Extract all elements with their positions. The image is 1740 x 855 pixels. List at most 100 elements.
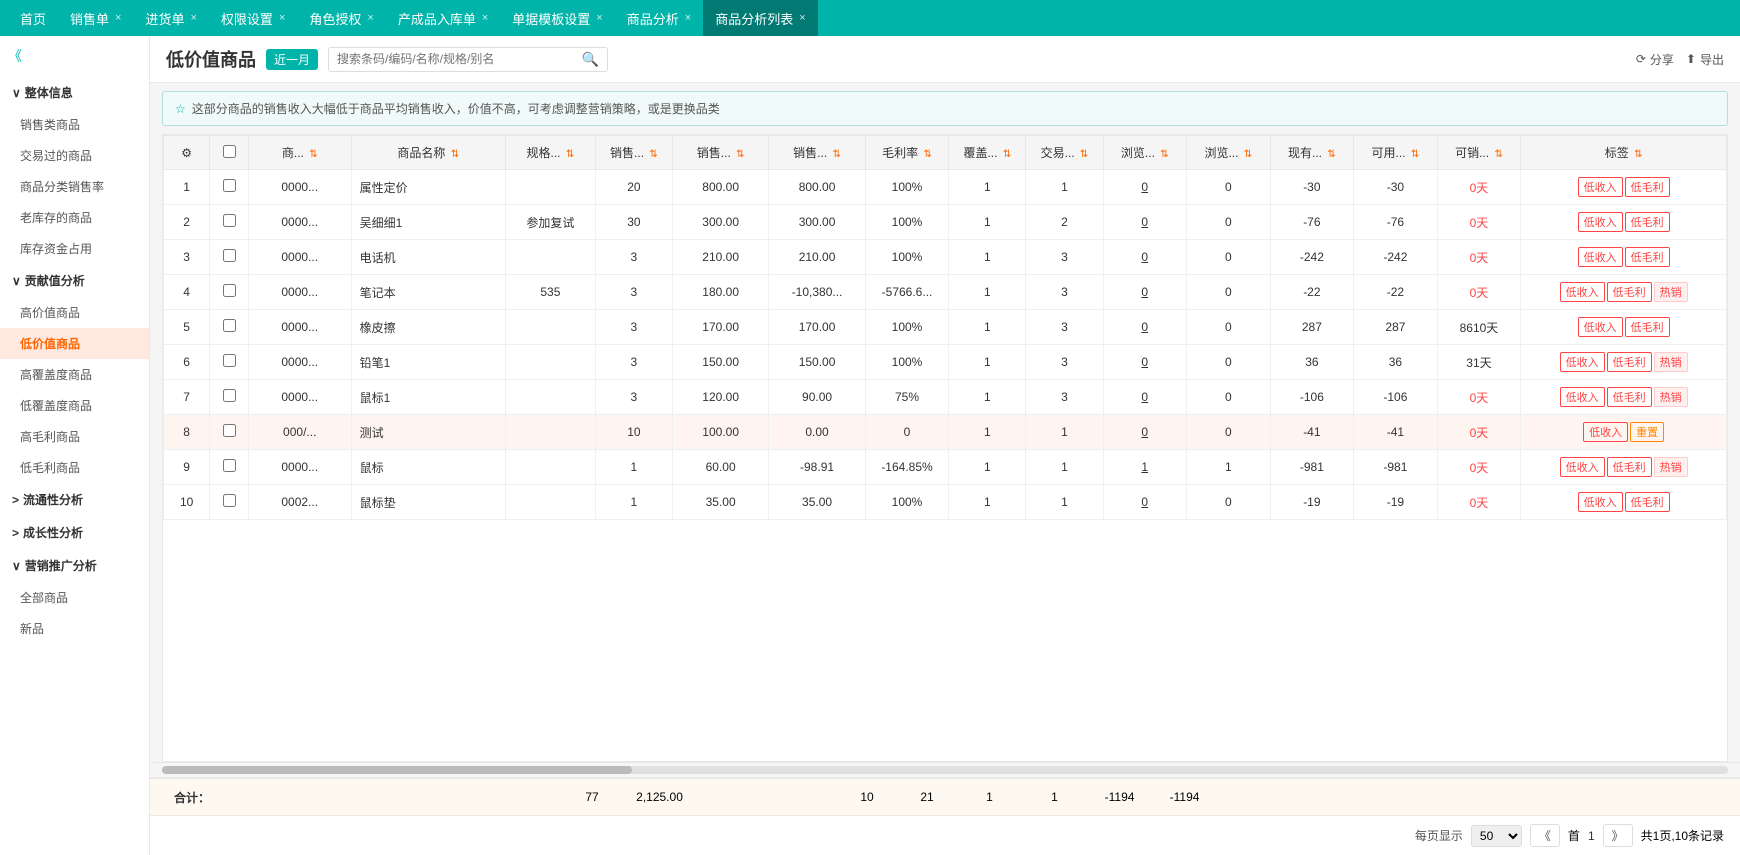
row-checkbox-7[interactable]	[223, 424, 236, 437]
nav-product-warehouse[interactable]: 产成品入库单 ×	[386, 0, 500, 36]
row-checkbox-4[interactable]	[223, 319, 236, 332]
nav-analysis[interactable]: 商品分析 ×	[615, 0, 703, 36]
page-size-select[interactable]: 50 100 200	[1471, 825, 1522, 847]
col-header-check[interactable]	[210, 136, 249, 170]
row-check[interactable]	[210, 345, 249, 380]
row-view1[interactable]: 0	[1103, 170, 1187, 205]
col-header-trade[interactable]: 交易... ⇅	[1026, 136, 1103, 170]
share-button[interactable]: ⟳ 分享	[1636, 51, 1674, 68]
row-view1[interactable]: 0	[1103, 240, 1187, 275]
row-view1[interactable]: 0	[1103, 345, 1187, 380]
row-view1[interactable]: 0	[1103, 415, 1187, 450]
col-header-view2[interactable]: 浏览... ⇅	[1187, 136, 1271, 170]
row-check[interactable]	[210, 275, 249, 310]
row-check[interactable]	[210, 485, 249, 520]
row-view1[interactable]: 0	[1103, 380, 1187, 415]
col-header-sell[interactable]: 可销... ⇅	[1437, 136, 1521, 170]
view1-link[interactable]: 0	[1141, 215, 1148, 229]
nav-permission[interactable]: 权限设置 ×	[209, 0, 297, 36]
col-header-view1[interactable]: 浏览... ⇅	[1103, 136, 1187, 170]
col-header-sal2[interactable]: 销售... ⇅	[672, 136, 768, 170]
nav-role-close[interactable]: ×	[367, 12, 373, 24]
row-check[interactable]	[210, 240, 249, 275]
nav-analysis-list[interactable]: 商品分析列表 ×	[703, 0, 817, 36]
view1-link[interactable]: 0	[1141, 355, 1148, 369]
row-checkbox-8[interactable]	[223, 459, 236, 472]
col-header-spec[interactable]: 规格... ⇅	[505, 136, 595, 170]
sidebar-item-category-sales[interactable]: 商品分类销售率	[0, 171, 149, 202]
col-header-cover[interactable]: 覆盖... ⇅	[949, 136, 1026, 170]
select-all-checkbox[interactable]	[223, 145, 236, 158]
export-button[interactable]: ⬆ 导出	[1686, 51, 1724, 68]
search-input[interactable]	[337, 52, 582, 66]
sidebar-group-contribution[interactable]: ∨ 贡献值分析	[0, 264, 149, 297]
sidebar-group-circulation[interactable]: > 流通性分析	[0, 483, 149, 516]
col-header-code[interactable]: 商... ⇅	[248, 136, 351, 170]
row-checkbox-2[interactable]	[223, 249, 236, 262]
col-header-margin[interactable]: 毛利率 ⇅	[865, 136, 949, 170]
nav-product-warehouse-close[interactable]: ×	[482, 12, 488, 24]
col-header-sal1[interactable]: 销售... ⇅	[595, 136, 672, 170]
sidebar-group-marketing[interactable]: ∨ 营销推广分析	[0, 549, 149, 582]
sidebar-item-low-margin[interactable]: 低毛利商品	[0, 452, 149, 483]
nav-sales[interactable]: 销售单 ×	[58, 0, 133, 36]
view1-link[interactable]: 0	[1141, 180, 1148, 194]
view1-link[interactable]: 0	[1141, 425, 1148, 439]
row-check[interactable]	[210, 415, 249, 450]
view1-link[interactable]: 0	[1141, 390, 1148, 404]
nav-analysis-list-close[interactable]: ×	[799, 12, 805, 24]
view1-link[interactable]: 0	[1141, 320, 1148, 334]
sidebar-item-high-value[interactable]: 高价值商品	[0, 297, 149, 328]
row-view1[interactable]: 0	[1103, 275, 1187, 310]
view1-link[interactable]: 0	[1141, 495, 1148, 509]
sidebar-item-high-coverage[interactable]: 高覆盖度商品	[0, 359, 149, 390]
first-page-btn[interactable]: 《	[1530, 824, 1560, 847]
view1-link[interactable]: 0	[1141, 250, 1148, 264]
row-check[interactable]	[210, 310, 249, 345]
row-view1[interactable]: 0	[1103, 205, 1187, 240]
nav-template[interactable]: 单据模板设置 ×	[500, 0, 614, 36]
nav-purchase-close[interactable]: ×	[190, 12, 196, 24]
row-check[interactable]	[210, 380, 249, 415]
sidebar-group-growth[interactable]: > 成长性分析	[0, 516, 149, 549]
nav-permission-close[interactable]: ×	[279, 12, 285, 24]
row-check[interactable]	[210, 170, 249, 205]
row-checkbox-6[interactable]	[223, 389, 236, 402]
col-header-name[interactable]: 商品名称 ⇅	[351, 136, 505, 170]
sidebar-item-low-coverage[interactable]: 低覆盖度商品	[0, 390, 149, 421]
horizontal-scrollbar[interactable]	[150, 762, 1740, 777]
row-checkbox-3[interactable]	[223, 284, 236, 297]
scrollbar-thumb[interactable]	[162, 766, 632, 774]
row-checkbox-1[interactable]	[223, 214, 236, 227]
sidebar-item-all-goods[interactable]: 全部商品	[0, 582, 149, 613]
col-header-avail[interactable]: 可用... ⇅	[1354, 136, 1438, 170]
view1-link[interactable]: 1	[1141, 460, 1148, 474]
col-header-tag[interactable]: 标签 ⇅	[1521, 136, 1727, 170]
sidebar-item-sales-goods[interactable]: 销售类商品	[0, 109, 149, 140]
nav-purchase[interactable]: 进货单 ×	[133, 0, 208, 36]
recent-badge[interactable]: 近一月	[266, 49, 318, 70]
nav-template-close[interactable]: ×	[596, 12, 602, 24]
sidebar-item-new-goods[interactable]: 新品	[0, 613, 149, 644]
row-checkbox-0[interactable]	[223, 179, 236, 192]
col-header-settings[interactable]: ⚙	[164, 136, 210, 170]
row-checkbox-9[interactable]	[223, 494, 236, 507]
sidebar-collapse-btn[interactable]: 《	[4, 44, 26, 68]
sidebar-item-low-value[interactable]: 低价值商品	[0, 328, 149, 359]
nav-sales-close[interactable]: ×	[115, 12, 121, 24]
nav-home[interactable]: 首页	[8, 0, 58, 36]
row-view1[interactable]: 0	[1103, 310, 1187, 345]
row-checkbox-5[interactable]	[223, 354, 236, 367]
next-page-btn[interactable]: 》	[1603, 824, 1633, 847]
search-icon[interactable]: 🔍	[582, 51, 599, 68]
nav-analysis-close[interactable]: ×	[685, 12, 691, 24]
row-view1[interactable]: 1	[1103, 450, 1187, 485]
sidebar-item-old-inventory[interactable]: 老库存的商品	[0, 202, 149, 233]
col-header-cur[interactable]: 现有... ⇅	[1270, 136, 1354, 170]
row-check[interactable]	[210, 205, 249, 240]
col-header-sal3[interactable]: 销售... ⇅	[769, 136, 865, 170]
sidebar-item-capital-ratio[interactable]: 库存资金占用	[0, 233, 149, 264]
sidebar-item-traded-goods[interactable]: 交易过的商品	[0, 140, 149, 171]
view1-link[interactable]: 0	[1141, 285, 1148, 299]
row-view1[interactable]: 0	[1103, 485, 1187, 520]
